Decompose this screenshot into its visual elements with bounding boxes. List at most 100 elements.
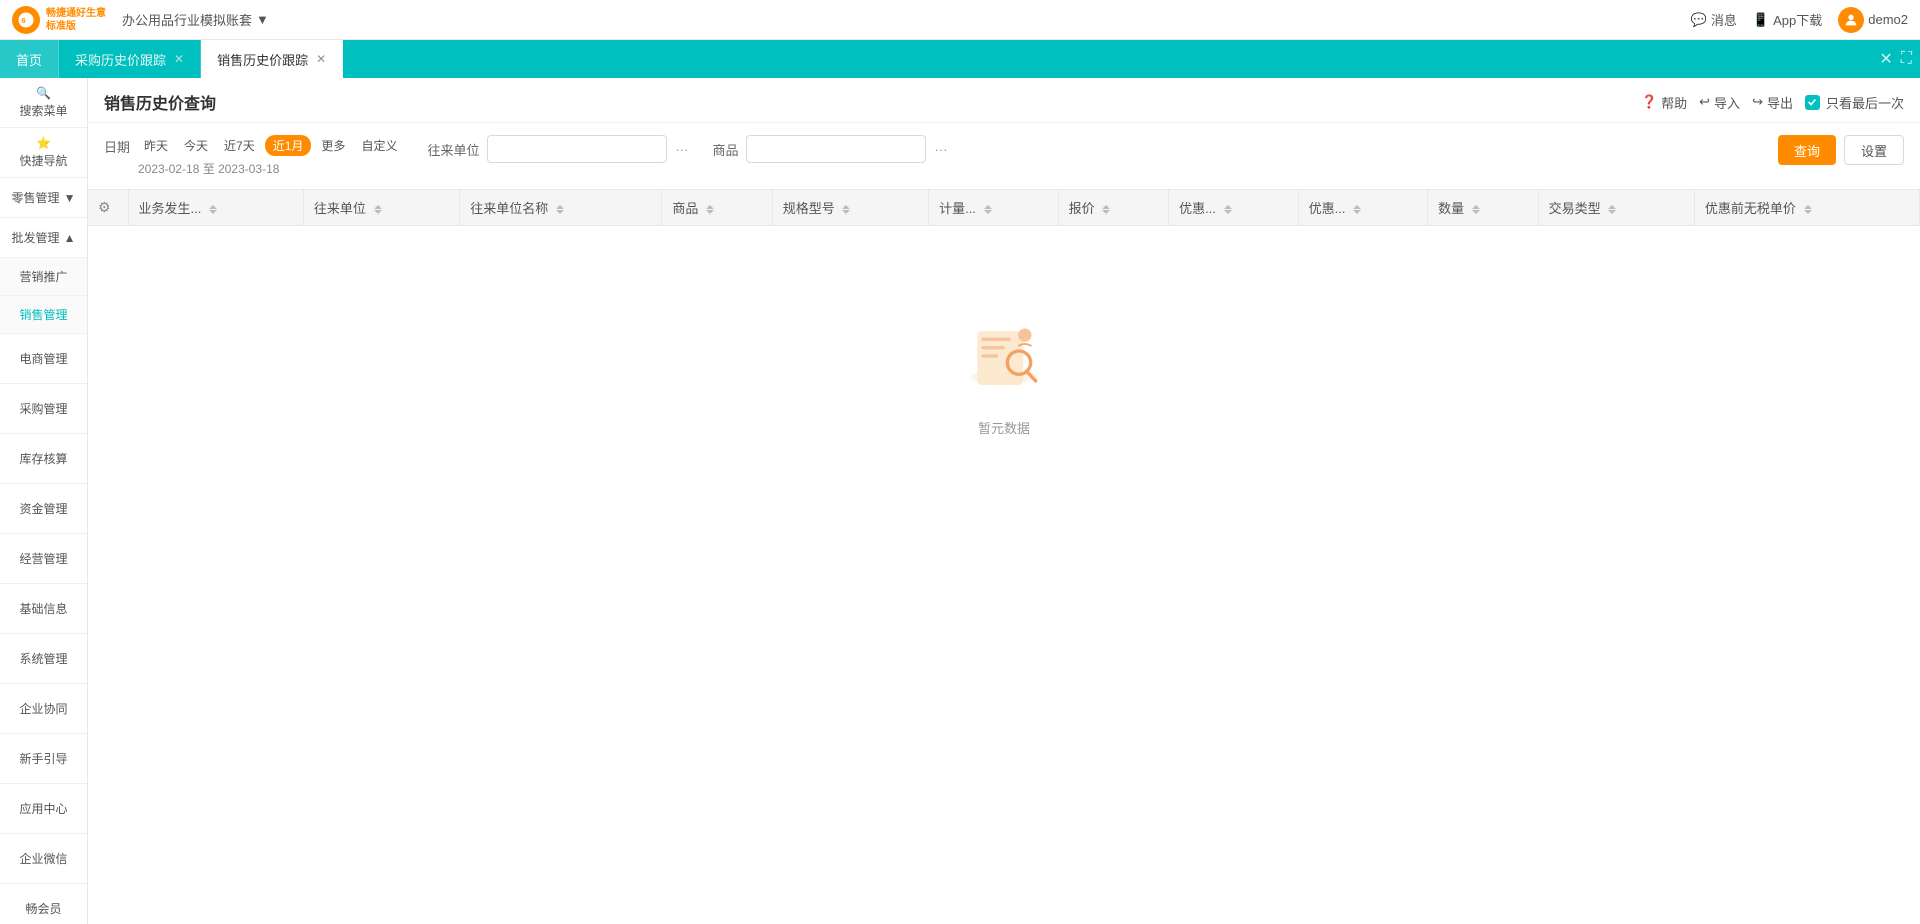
sidebar-item-enterprise[interactable]: 企业协同 [0,684,87,734]
sidebar-purchase-mgmt-label: 采购管理 [19,400,67,417]
only-last-label: 只看最后一次 [1826,93,1904,112]
tab-sales-close[interactable]: ✕ [316,52,326,66]
tab-sales-label: 销售历史价跟踪 [217,50,308,69]
tab-home[interactable]: 首页 [0,40,59,78]
app-title: 办公用品行业模拟账套 [122,10,252,29]
svg-text:6: 6 [22,16,26,25]
app-title-dropdown[interactable]: 办公用品行业模拟账套 ▼ [114,6,277,33]
sidebar-item-system[interactable]: 系统管理 [0,634,87,684]
sidebar-item-shortcut[interactable]: ⭐ 快捷导航 [0,128,87,178]
th-discount1[interactable]: 优惠... [1169,190,1299,226]
tab-home-label: 首页 [16,50,42,69]
th-partner-name-label: 往来单位名称 [470,201,548,216]
import-btn[interactable]: ↩ 导入 [1699,93,1740,112]
sidebar-item-newbie[interactable]: 新手引导 [0,734,87,784]
sidebar-retail-label: 零售管理 [12,189,60,206]
table-head: ⚙ 业务发生... 往来单位 往来单位名称 [88,190,1920,226]
sort-icon-unit [984,205,992,214]
top-bar-right: 💬 消息 📱 App下载 demo2 [1691,7,1908,33]
tab-bar: 首页 采购历史价跟踪 ✕ 销售历史价跟踪 ✕ ✕ ⛶ [0,40,1920,78]
th-unit[interactable]: 计量... [929,190,1059,226]
sidebar-search-label: 搜索菜单 [19,102,67,119]
tab-close-action[interactable]: ✕ [1879,49,1892,69]
sort-icon-spec [842,205,850,214]
partner-filter-group: 往来单位 ··· [427,135,688,163]
sidebar-item-marketing[interactable]: 营销推广 [0,258,87,296]
help-btn[interactable]: ❓ 帮助 [1641,93,1687,112]
sort-icon-bizdate [209,205,217,214]
th-bizdate-label: 业务发生... [139,201,202,216]
sidebar-item-wholesale[interactable]: 批发管理 ▲ [0,218,87,258]
filter-actions: 查询 设置 [1778,135,1904,165]
th-partner-code-label: 往来单位 [314,201,366,216]
sidebar-item-inventory[interactable]: 库存核算 [0,434,87,484]
partner-dots: ··· [675,142,688,157]
th-goods[interactable]: 商品 [662,190,772,226]
sidebar-item-wechat[interactable]: 企业微信 [0,834,87,884]
sidebar-item-operations[interactable]: 经营管理 [0,534,87,584]
sidebar-item-ecommerce[interactable]: 电商管理 [0,334,87,384]
export-btn[interactable]: ↪ 导出 [1752,93,1793,112]
date-btn-today[interactable]: 今天 [178,135,214,156]
sidebar-basic-label: 基础信息 [19,600,67,617]
logo-text: 畅捷通好生意 标准版 [46,7,106,33]
star-icon: ⭐ [36,136,51,150]
sidebar-item-purchase-mgmt[interactable]: 采购管理 [0,384,87,434]
sidebar-item-apps[interactable]: 应用中心 [0,784,87,834]
message-icon: 💬 [1691,12,1707,28]
dropdown-icon: ▼ [256,12,269,27]
table-settings-icon[interactable]: ⚙ [98,199,111,215]
sidebar-item-retail[interactable]: 零售管理 ▼ [0,178,87,218]
search-icon: 🔍 [36,86,51,100]
goods-filter-input[interactable] [746,135,926,163]
data-table: ⚙ 业务发生... 往来单位 往来单位名称 [88,190,1920,226]
sidebar-item-finance[interactable]: 资金管理 [0,484,87,534]
date-btn-yesterday[interactable]: 昨天 [138,135,174,156]
sort-icon-partner-name [556,205,564,214]
date-btn-last1month[interactable]: 近1月 [265,135,312,156]
tab-purchase[interactable]: 采购历史价跟踪 ✕ [59,40,201,78]
sidebar-item-sales-mgmt[interactable]: 销售管理 [0,296,87,334]
partner-filter-label: 往来单位 [427,140,479,159]
download-icon: 📱 [1753,12,1769,28]
th-pretax-price[interactable]: 优惠前无税单价 [1694,190,1919,226]
sidebar-item-search[interactable]: 🔍 搜索菜单 [0,78,87,128]
only-last-area[interactable]: 只看最后一次 [1805,93,1904,112]
only-last-checkbox[interactable] [1805,95,1820,110]
tab-sales[interactable]: 销售历史价跟踪 ✕ [201,40,343,78]
sort-icon-pretax-price [1804,205,1812,214]
goods-filter-group: 商品 ··· [712,135,947,163]
message-btn[interactable]: 💬 消息 [1691,10,1737,29]
th-trade-type[interactable]: 交易类型 [1538,190,1694,226]
tab-expand-action[interactable]: ⛶ [1901,50,1912,68]
date-filter-options: 昨天 今天 近7天 近1月 更多 自定义 2023-02-18 至 2023-0… [138,135,403,177]
sidebar-system-label: 系统管理 [19,650,67,667]
date-btn-last7[interactable]: 近7天 [218,135,261,156]
th-partner-code[interactable]: 往来单位 [303,190,459,226]
settings-button[interactable]: 设置 [1844,135,1904,165]
date-btn-custom[interactable]: 自定义 [355,135,403,156]
th-bizdate[interactable]: 业务发生... [128,190,303,226]
th-spec[interactable]: 规格型号 [772,190,928,226]
th-partner-name[interactable]: 往来单位名称 [460,190,662,226]
th-discount2[interactable]: 优惠... [1298,190,1428,226]
table-header-row: ⚙ 业务发生... 往来单位 往来单位名称 [88,190,1920,226]
sidebar-wholesale-label: 批发管理 [12,229,60,246]
sidebar-item-member[interactable]: 畅会员 [0,884,87,924]
date-btn-more[interactable]: 更多 [315,135,351,156]
sidebar-ecommerce-label: 电商管理 [19,350,67,367]
app-download-btn[interactable]: 📱 App下载 [1753,10,1822,29]
partner-filter-input[interactable] [487,135,667,163]
export-label: 导出 [1767,93,1793,112]
th-quote[interactable]: 报价 [1058,190,1168,226]
tab-purchase-close[interactable]: ✕ [174,52,184,66]
th-quantity-label: 数量 [1438,201,1464,216]
th-quantity[interactable]: 数量 [1428,190,1538,226]
sort-icon-quantity [1472,205,1480,214]
empty-state-icon [954,306,1054,406]
sidebar-item-basic[interactable]: 基础信息 [0,584,87,634]
query-button[interactable]: 查询 [1778,135,1836,165]
user-area[interactable]: demo2 [1838,7,1908,33]
logo-area: 6 畅捷通好生意 标准版 [12,6,106,34]
th-trade-type-label: 交易类型 [1549,201,1601,216]
